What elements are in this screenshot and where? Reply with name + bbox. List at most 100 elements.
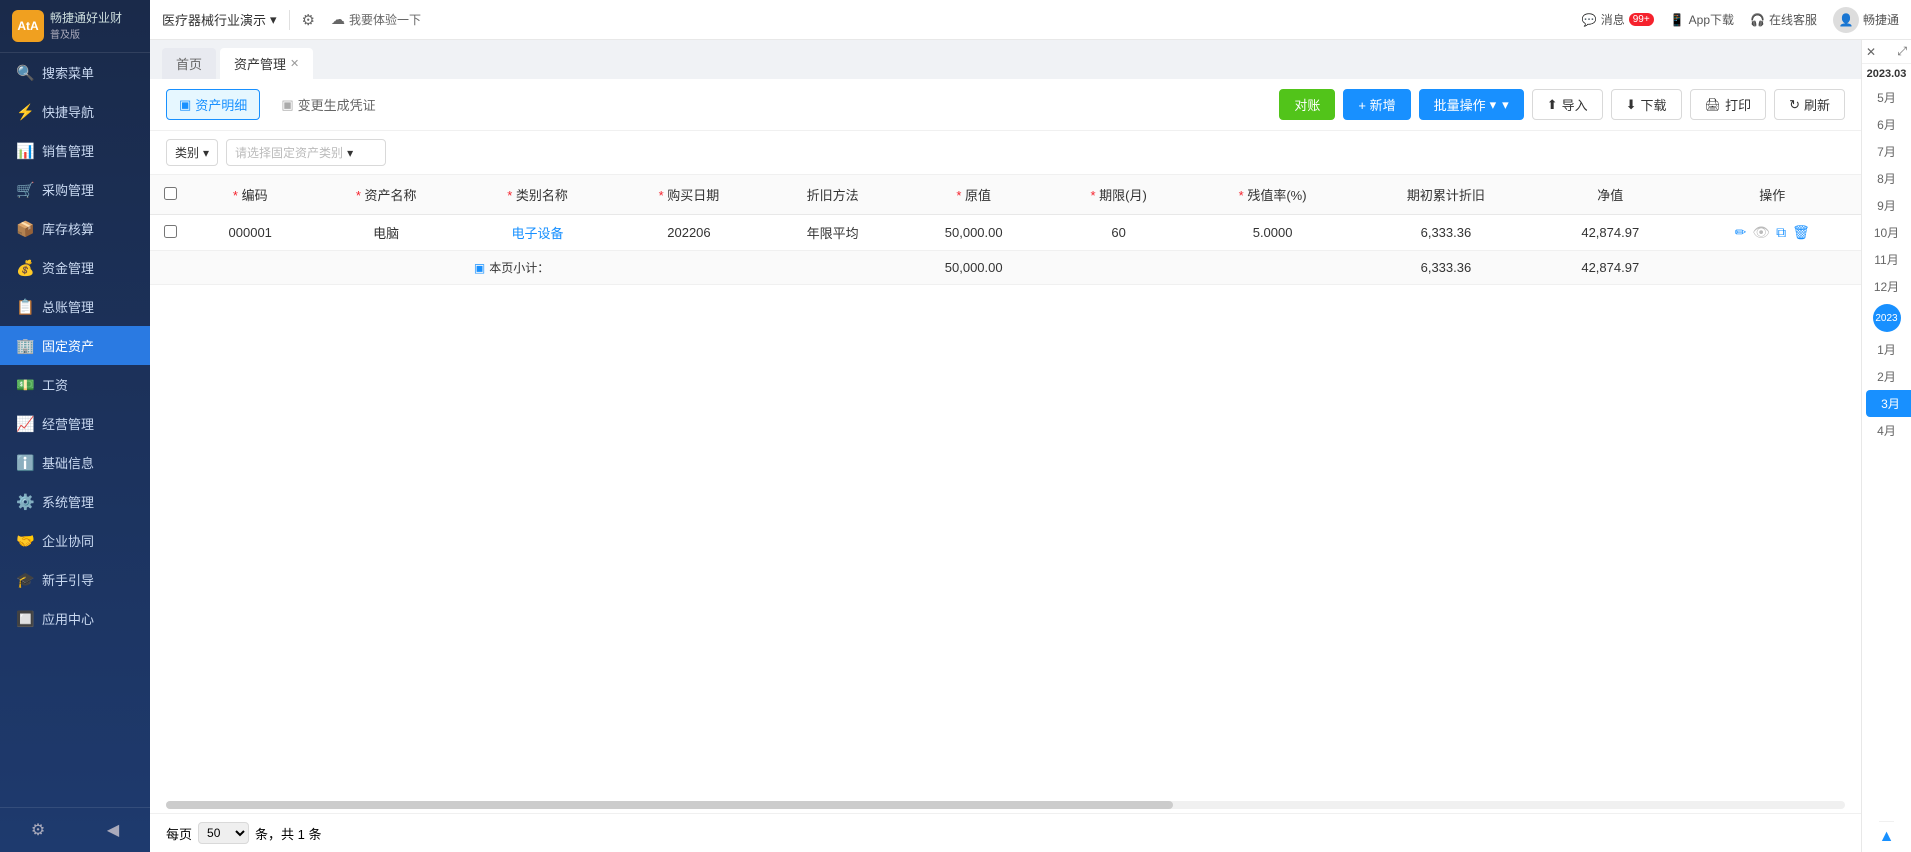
content-area: 首页 资产管理 ✕ ▣ 资产明细 ▣ 变更生成凭证 — [150, 40, 1911, 852]
settings-icon[interactable]: ⚙ — [302, 11, 315, 29]
year-2023-badge[interactable]: 2023 — [1873, 304, 1901, 332]
month-item-10[interactable]: 10月 — [1862, 219, 1911, 246]
reconcile-button[interactable]: 对账 — [1279, 89, 1335, 120]
td-accumulated-depreciation: 6,333.36 — [1355, 215, 1537, 251]
tab-change-voucher[interactable]: ▣ 变更生成凭证 — [268, 89, 388, 120]
subtotal-blank-3 — [310, 251, 461, 285]
tab-asset-mgmt[interactable]: 资产管理 ✕ — [220, 48, 313, 79]
panel-up-icon[interactable]: ▲ — [1879, 828, 1895, 846]
message-button[interactable]: 💬 消息 99+ — [1582, 11, 1654, 28]
th-action: 操作 — [1683, 175, 1861, 215]
sidebar-item-quick-nav[interactable]: ⚡ 快捷导航 — [0, 92, 150, 131]
settings-bottom-icon[interactable]: ⚙ — [27, 816, 49, 844]
sales-icon: 📊 — [16, 142, 34, 160]
tab-asset-mgmt-label: 资产管理 — [234, 54, 286, 73]
sidebar-item-app-center[interactable]: 🔲 应用中心 — [0, 599, 150, 638]
sidebar: AtA 畅捷通好业财 普及版 🔍 搜索菜单 ⚡ 快捷导航 📊 销售管理 🛒 采购… — [0, 0, 150, 852]
subtotal-original-value: 50,000.00 — [901, 251, 1047, 285]
sidebar-item-label: 销售管理 — [42, 141, 94, 160]
new-button[interactable]: + 新增 — [1343, 89, 1410, 120]
app-name: 畅捷通好业财 — [50, 11, 122, 27]
sidebar-item-purchase[interactable]: 🛒 采购管理 — [0, 170, 150, 209]
month-item-9[interactable]: 9月 — [1862, 192, 1911, 219]
month-item-12[interactable]: 12月 — [1862, 273, 1911, 300]
download-button[interactable]: ⬇ 下载 — [1611, 89, 1682, 120]
message-icon: 💬 — [1582, 13, 1597, 27]
refresh-icon: ↻ — [1789, 97, 1800, 113]
action-buttons: ✏ 👁 ⧉ 🗑 — [1695, 224, 1849, 241]
sidebar-item-system[interactable]: ⚙️ 系统管理 — [0, 482, 150, 521]
month-item-1[interactable]: 1月 — [1862, 336, 1911, 363]
subtotal-net-value: 42,874.97 — [1537, 251, 1683, 285]
online-service-button[interactable]: 🎧 在线客服 — [1750, 11, 1817, 28]
app-download-button[interactable]: 📱 App下载 — [1670, 11, 1734, 28]
sidebar-item-payroll[interactable]: 💵 工资 — [0, 365, 150, 404]
month-item-5[interactable]: 5月 — [1862, 84, 1911, 111]
category-dropdown-icon: ▾ — [203, 146, 209, 160]
sidebar-item-inventory[interactable]: 📦 库存核算 — [0, 209, 150, 248]
delete-button[interactable]: 🗑 — [1792, 224, 1810, 241]
page-main: ▣ 资产明细 ▣ 变更生成凭证 对账 + 新增 批量操作 ▾ — [150, 79, 1861, 852]
subtotal-accumulated: 6,333.36 — [1355, 251, 1537, 285]
tab-home[interactable]: 首页 — [162, 48, 216, 79]
category-filter[interactable]: 类别 ▾ — [166, 139, 218, 166]
td-action: ✏ 👁 ⧉ 🗑 — [1683, 215, 1861, 251]
import-button[interactable]: ⬆ 导入 — [1532, 89, 1603, 120]
copy-button[interactable]: ⧉ — [1776, 224, 1786, 241]
inventory-icon: 📦 — [16, 220, 34, 238]
user-menu[interactable]: 👤 畅捷通 — [1833, 7, 1899, 33]
import-icon: ⬆ — [1547, 97, 1558, 113]
subtotal-label-cell: ▣ 本页小计： — [462, 251, 901, 285]
edit-button[interactable]: ✏ — [1735, 224, 1747, 241]
toolbar-right: 对账 + 新增 批量操作 ▾ ⬆ 导入 ⬇ 下载 — [1279, 89, 1845, 120]
collapse-icon[interactable]: ◀ — [103, 816, 123, 844]
sidebar-item-basic-info[interactable]: ℹ️ 基础信息 — [0, 443, 150, 482]
refresh-button[interactable]: ↻ 刷新 — [1774, 89, 1845, 120]
table-row: 000001 电脑 电子设备 202206 年限平均 50,000.00 60 … — [150, 215, 1861, 251]
table-area: 编码 资产名称 类别名称 购买日期 折旧方法 原值 期限(月) 残值率(%) 期… — [150, 175, 1861, 797]
tab-asset-detail[interactable]: ▣ 资产明细 — [166, 89, 260, 120]
download-icon: ⬇ — [1626, 97, 1637, 113]
purchase-icon: 🛒 — [16, 181, 34, 199]
month-item-8[interactable]: 8月 — [1862, 165, 1911, 192]
row-checkbox[interactable] — [164, 225, 177, 238]
app-download-label: App下载 — [1689, 11, 1734, 28]
sidebar-item-label: 固定资产 — [42, 336, 94, 355]
search-icon: 🔍 — [16, 64, 34, 82]
per-page-select[interactable]: 50 100 200 — [198, 822, 249, 844]
sidebar-item-label: 快捷导航 — [42, 102, 94, 121]
change-voucher-icon: ▣ — [281, 97, 293, 113]
month-item-4[interactable]: 4月 — [1862, 417, 1911, 444]
sidebar-item-label: 经营管理 — [42, 414, 94, 433]
month-item-6[interactable]: 6月 — [1862, 111, 1911, 138]
td-net-value: 42,874.97 — [1537, 215, 1683, 251]
scrollbar-thumb[interactable] — [166, 801, 1173, 809]
tab-close-icon[interactable]: ✕ — [290, 57, 299, 70]
sidebar-item-business[interactable]: 📈 经营管理 — [0, 404, 150, 443]
sidebar-item-fixed-assets[interactable]: 🏢 固定资产 — [0, 326, 150, 365]
category-value-filter[interactable]: 请选择固定资产类别 ▾ — [226, 139, 386, 166]
view-button[interactable]: 👁 — [1752, 224, 1770, 241]
month-item-7[interactable]: 7月 — [1862, 138, 1911, 165]
sidebar-item-enterprise[interactable]: 🤝 企业协同 — [0, 521, 150, 560]
company-name: 医疗器械行业演示 — [162, 10, 266, 29]
experience-link[interactable]: ☁ 我要体验一下 — [331, 11, 421, 28]
sidebar-item-ledger[interactable]: 📋 总账管理 — [0, 287, 150, 326]
batch-ops-button[interactable]: 批量操作 ▾ — [1419, 89, 1524, 120]
month-item-3-active[interactable]: 3月 — [1866, 390, 1911, 417]
right-panel-header: ✕ ⤢ — [1862, 40, 1911, 64]
select-all-checkbox[interactable] — [164, 187, 177, 200]
batch-ops-label: 批量操作 — [1434, 95, 1486, 114]
panel-expand-icon[interactable]: ⤢ — [1897, 44, 1907, 59]
month-item-2[interactable]: 2月 — [1862, 363, 1911, 390]
sidebar-item-search[interactable]: 🔍 搜索菜单 — [0, 53, 150, 92]
horizontal-scrollbar[interactable] — [166, 801, 1845, 809]
sidebar-item-sales[interactable]: 📊 销售管理 — [0, 131, 150, 170]
print-button[interactable]: 🖨 打印 — [1690, 89, 1767, 120]
company-selector[interactable]: 医疗器械行业演示 ▾ — [162, 10, 277, 29]
sidebar-item-guide[interactable]: 🎓 新手引导 — [0, 560, 150, 599]
panel-close-icon[interactable]: ✕ — [1866, 45, 1876, 59]
month-item-11[interactable]: 11月 — [1862, 246, 1911, 273]
sidebar-bottom: ⚙ ◀ — [0, 807, 150, 852]
sidebar-item-capital[interactable]: 💰 资金管理 — [0, 248, 150, 287]
